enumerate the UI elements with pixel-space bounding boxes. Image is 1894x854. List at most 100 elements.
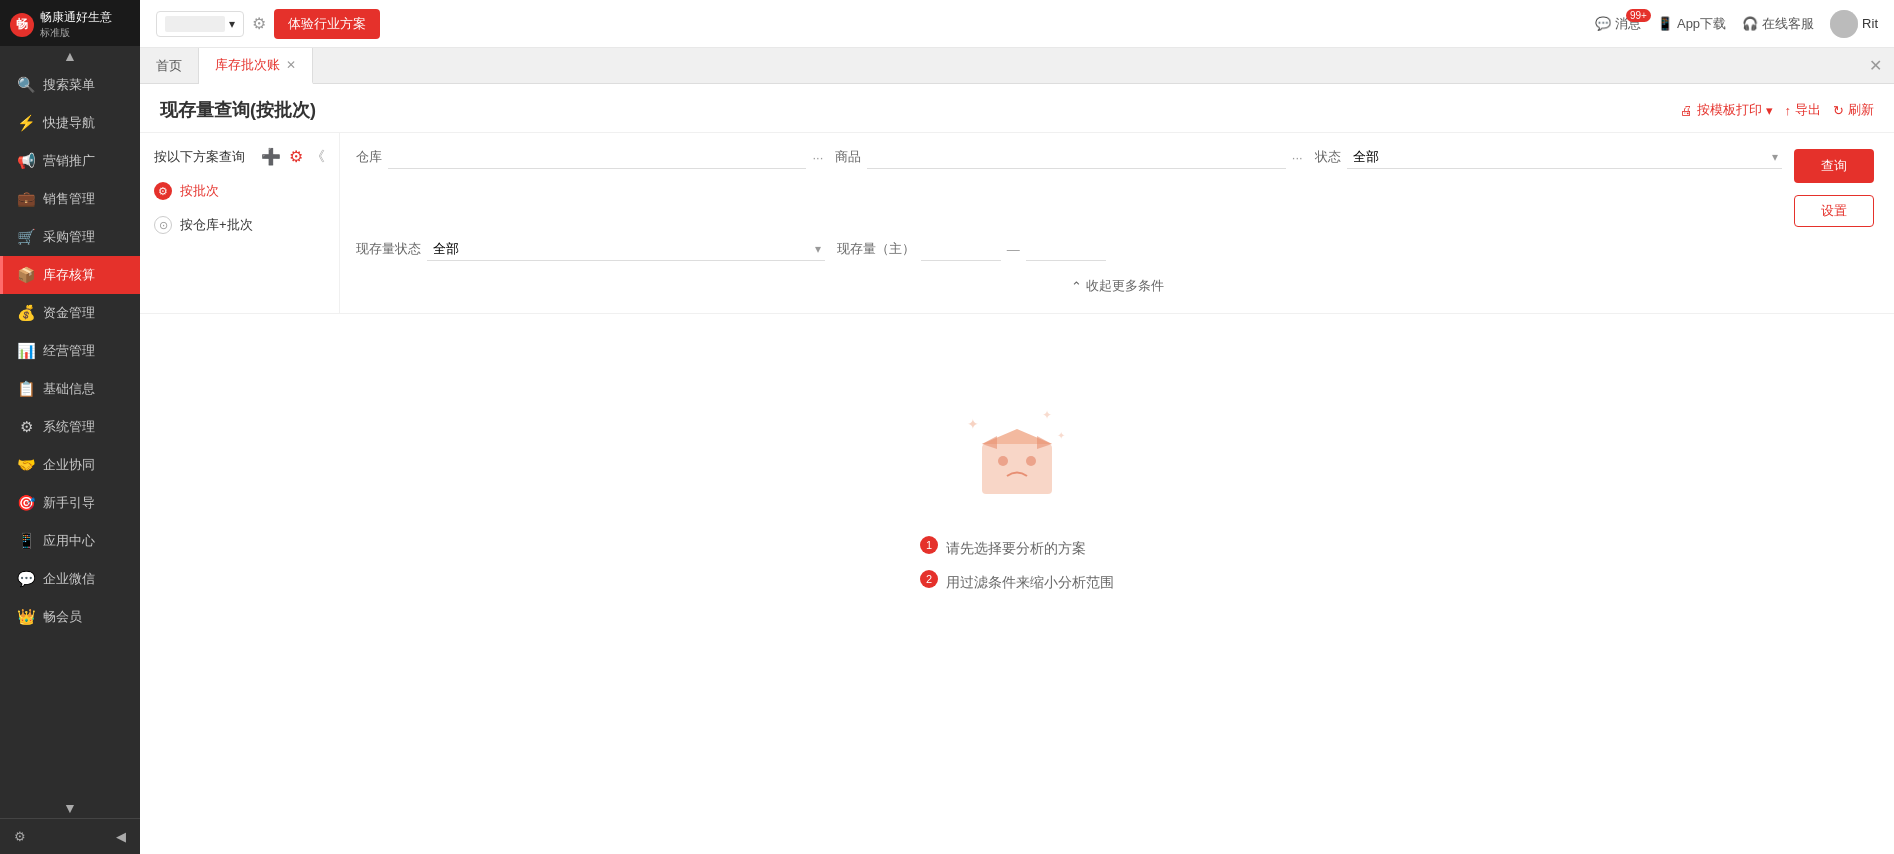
tab-home[interactable]: 首页 <box>140 48 199 84</box>
sidebar-item-inventory[interactable]: 📦 库存核算 <box>0 256 140 294</box>
stock-status-select-wrapper: 全部 有库存 无库存 负库存 ▾ <box>427 237 825 261</box>
avatar <box>1830 10 1858 38</box>
stock-main-filter: 现存量（主） — <box>837 237 1306 261</box>
sidebar-item-operation-label: 经营管理 <box>43 342 95 360</box>
page-content: 现存量查询(按批次) 🖨 按模板打印 ▾ ↑ 导出 ↻ 刷新 <box>140 84 1894 854</box>
app-info: 畅康通好生意 标准版 <box>40 10 112 40</box>
finance-icon: 💰 <box>17 304 35 322</box>
sidebar-item-finance-label: 资金管理 <box>43 304 95 322</box>
page-header: 现存量查询(按批次) 🖨 按模板打印 ▾ ↑ 导出 ↻ 刷新 <box>140 84 1894 133</box>
sidebar-item-finance[interactable]: 💰 资金管理 <box>0 294 140 332</box>
query-btn[interactable]: 查询 <box>1794 149 1874 183</box>
close-all-tabs-btn[interactable]: ✕ <box>1857 48 1894 84</box>
enterprise-icon: 🤝 <box>17 456 35 474</box>
topbar-right: 💬 消息 99+ 📱 App下载 🎧 在线客服 Rit <box>1595 10 1878 38</box>
add-plan-btn[interactable]: ➕ <box>261 147 281 166</box>
sidebar-item-system[interactable]: ⚙ 系统管理 <box>0 408 140 446</box>
filter-fields: 仓库 ··· 商品 ··· 状态 全部 正常 <box>340 133 1894 313</box>
wechat-icon: 💬 <box>17 570 35 588</box>
topbar-dropdown[interactable]: ▾ <box>156 11 244 37</box>
online-service-btn[interactable]: 🎧 在线客服 <box>1742 15 1814 33</box>
set-btn[interactable]: 设置 <box>1794 195 1874 227</box>
collapse-more-btn[interactable]: ⌃ 收起更多条件 <box>356 271 1878 301</box>
scroll-down-btn[interactable]: ▼ <box>0 800 140 816</box>
print-label: 按模板打印 <box>1697 101 1762 119</box>
sidebar-nav: 🔍 搜索菜单 ⚡ 快捷导航 📢 营销推广 💼 销售管理 🛒 采购管理 📦 库存核… <box>0 66 140 798</box>
scroll-up[interactable]: ▲ <box>0 46 140 66</box>
settings-icon[interactable]: ⚙ <box>252 14 266 33</box>
tabs-bar: 首页 库存批次账 ✕ ✕ <box>140 48 1894 84</box>
svg-rect-0 <box>982 444 1052 494</box>
svg-text:✦: ✦ <box>1057 430 1065 441</box>
stock-main-from[interactable] <box>921 237 1001 261</box>
sidebar-item-system-label: 系统管理 <box>43 418 95 436</box>
trial-btn[interactable]: 体验行业方案 <box>274 9 380 39</box>
message-btn[interactable]: 💬 消息 99+ <box>1595 15 1641 33</box>
hint-item-2: 2 用过滤条件来缩小分析范围 <box>920 568 1114 596</box>
sidebar-item-operation[interactable]: 📊 经营管理 <box>0 332 140 370</box>
sidebar-item-basic-label: 基础信息 <box>43 380 95 398</box>
product-filter: 商品 ··· <box>835 145 1302 169</box>
stock-status-label: 现存量状态 <box>356 240 421 258</box>
marketing-icon: 📢 <box>17 152 35 170</box>
sidebar-item-purchase[interactable]: 🛒 采购管理 <box>0 218 140 256</box>
left-panel-title: 按以下方案查询 <box>154 148 253 166</box>
empty-hints: 1 请先选择要分析的方案 2 用过滤条件来缩小分析范围 <box>920 534 1114 596</box>
tab-home-label: 首页 <box>156 57 182 75</box>
sidebar-item-shortcut[interactable]: ⚡ 快捷导航 <box>0 104 140 142</box>
sidebar-item-app-center[interactable]: 📱 应用中心 <box>0 522 140 560</box>
empty-illustration: ✦ ✦ ✦ <box>957 394 1077 514</box>
filter-row-1: 仓库 ··· 商品 ··· 状态 全部 正常 <box>356 145 1878 227</box>
message-icon: 💬 <box>1595 16 1611 31</box>
export-btn[interactable]: ↑ 导出 <box>1785 101 1822 119</box>
topbar-left: ▾ ⚙ 体验行业方案 <box>156 9 1583 39</box>
sidebar-item-member[interactable]: 👑 畅会员 <box>0 598 140 636</box>
printer-icon: 🖨 <box>1680 103 1693 118</box>
operation-icon: 📊 <box>17 342 35 360</box>
sidebar-item-wechat[interactable]: 💬 企业微信 <box>0 560 140 598</box>
footer-collapse-icon[interactable]: ◀ <box>116 829 126 844</box>
range-separator: — <box>1007 242 1020 257</box>
print-btn[interactable]: 🖨 按模板打印 ▾ <box>1680 101 1773 119</box>
warehouse-label: 仓库 <box>356 148 382 166</box>
basic-icon: 📋 <box>17 380 35 398</box>
plan-settings-btn[interactable]: ⚙ <box>289 147 303 166</box>
warehouse-filter: 仓库 ··· <box>356 145 823 169</box>
product-more-btn[interactable]: ··· <box>1292 150 1303 165</box>
stock-main-to[interactable] <box>1026 237 1106 261</box>
hint-text-1: 请先选择要分析的方案 <box>946 534 1086 562</box>
tab-batch[interactable]: 库存批次账 ✕ <box>199 48 313 84</box>
app-download-btn[interactable]: 📱 App下载 <box>1657 15 1726 33</box>
sidebar-item-guide-label: 新手引导 <box>43 494 95 512</box>
sidebar-item-marketing[interactable]: 📢 营销推广 <box>0 142 140 180</box>
tab-batch-close[interactable]: ✕ <box>286 58 296 72</box>
page-actions: 🖨 按模板打印 ▾ ↑ 导出 ↻ 刷新 <box>1680 101 1875 119</box>
stock-status-select[interactable]: 全部 有库存 无库存 负库存 <box>427 237 825 261</box>
sidebar-item-guide[interactable]: 🎯 新手引导 <box>0 484 140 522</box>
user-menu[interactable]: Rit <box>1830 10 1878 38</box>
stock-status-filter: 现存量状态 全部 有库存 无库存 负库存 ▾ <box>356 237 825 261</box>
scroll-down[interactable]: ▼ <box>0 798 140 818</box>
status-select[interactable]: 全部 正常 停用 <box>1347 145 1782 169</box>
sidebar-item-enterprise[interactable]: 🤝 企业协同 <box>0 446 140 484</box>
footer-settings-icon[interactable]: ⚙ <box>14 829 26 844</box>
app-edition: 标准版 <box>40 26 112 40</box>
sidebar-item-basic[interactable]: 📋 基础信息 <box>0 370 140 408</box>
sidebar-item-search[interactable]: 🔍 搜索菜单 <box>0 66 140 104</box>
collapse-panel-btn[interactable]: 《 <box>311 148 325 166</box>
status-label: 状态 <box>1315 148 1341 166</box>
warehouse-more-btn[interactable]: ··· <box>812 150 823 165</box>
sidebar-item-sales[interactable]: 💼 销售管理 <box>0 180 140 218</box>
topbar: ▾ ⚙ 体验行业方案 💬 消息 99+ 📱 App下载 🎧 在线客服 <box>140 0 1894 48</box>
plan-item-batch[interactable]: ⚙ 按批次 <box>140 174 339 208</box>
app-name: 畅康通好生意 <box>40 10 112 26</box>
filter-row-2: 现存量状态 全部 有库存 无库存 负库存 ▾ 现存量（主） <box>356 237 1878 261</box>
scroll-up-btn[interactable]: ▲ <box>0 48 140 64</box>
product-input[interactable] <box>867 145 1285 169</box>
sidebar-item-search-label: 搜索菜单 <box>43 76 95 94</box>
refresh-btn[interactable]: ↻ 刷新 <box>1833 101 1874 119</box>
plan-item-warehouse-batch[interactable]: ⊙ 按仓库+批次 <box>140 208 339 242</box>
sidebar-item-marketing-label: 营销推广 <box>43 152 95 170</box>
warehouse-input[interactable] <box>388 145 806 169</box>
sales-icon: 💼 <box>17 190 35 208</box>
